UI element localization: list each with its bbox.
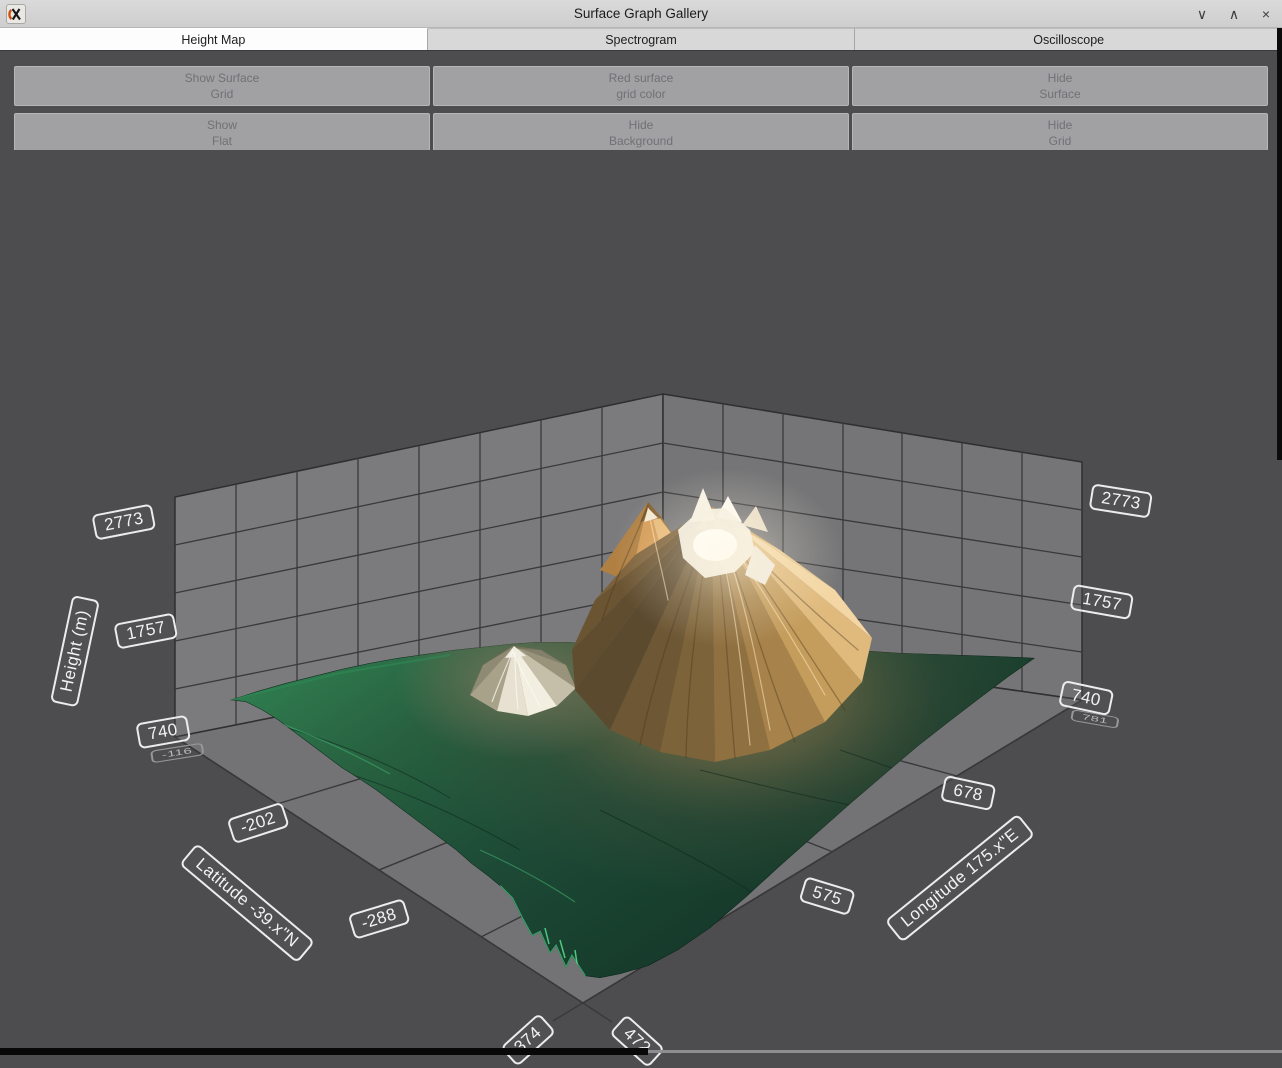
minimize-icon[interactable]: ∨ (1194, 0, 1210, 28)
tab-spectrogram[interactable]: Spectrogram (428, 28, 856, 50)
bottom-edge-line (648, 1050, 1282, 1053)
hide-background-button[interactable]: Hide Background (433, 113, 849, 153)
show-surface-grid-button[interactable]: Show Surface Grid (14, 66, 430, 106)
surface-plot[interactable]: -116 781 2773 1757 740 Height (m) 2773 1… (0, 150, 1282, 1055)
toolbar: Show Surface Grid Red surface grid color… (0, 51, 1282, 153)
screen-edge-strip (1277, 28, 1282, 460)
show-flat-button[interactable]: Show Flat (14, 113, 430, 153)
hide-surface-button[interactable]: Hide Surface (852, 66, 1268, 106)
tab-bar: Height Map Spectrogram Oscilloscope (0, 28, 1282, 51)
maximize-icon[interactable]: ∧ (1226, 0, 1242, 28)
x11-logo-icon (6, 4, 26, 24)
title-bar: Surface Graph Gallery ∨ ∧ × (0, 0, 1282, 28)
window-title: Surface Graph Gallery (0, 6, 1282, 21)
tab-oscilloscope[interactable]: Oscilloscope (855, 28, 1282, 50)
tab-height-map[interactable]: Height Map (0, 28, 428, 50)
close-icon[interactable]: × (1258, 0, 1274, 28)
window-controls: ∨ ∧ × (1194, 0, 1274, 28)
summit-glow (613, 468, 843, 648)
hide-grid-button[interactable]: Hide Grid (852, 113, 1268, 153)
surface-grid-color-button[interactable]: Red surface grid color (433, 66, 849, 106)
bottom-edge-bar (0, 1048, 648, 1055)
